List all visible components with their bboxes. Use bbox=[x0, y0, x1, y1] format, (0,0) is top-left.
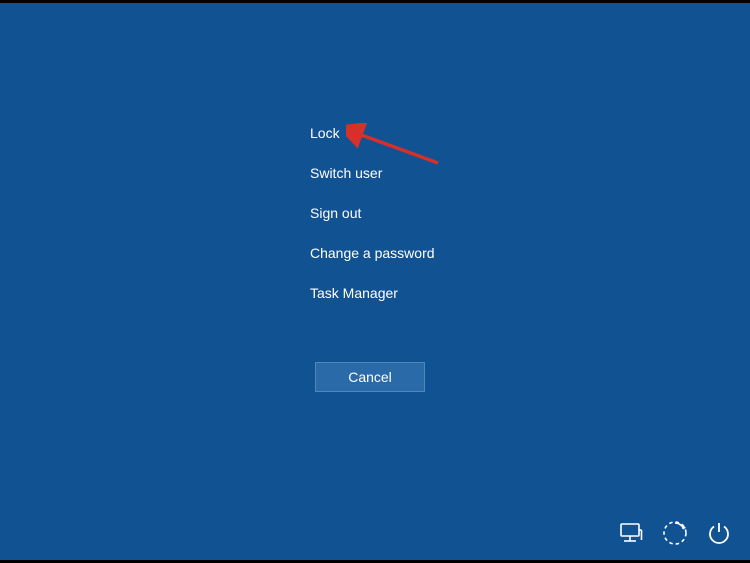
system-tray bbox=[618, 520, 732, 546]
security-options-list: Lock Switch user Sign out Change a passw… bbox=[310, 125, 435, 301]
cancel-button[interactable]: Cancel bbox=[315, 362, 425, 392]
ctrl-alt-del-screen: Lock Switch user Sign out Change a passw… bbox=[0, 0, 750, 563]
switch-user-option[interactable]: Switch user bbox=[310, 165, 435, 181]
lock-option[interactable]: Lock bbox=[310, 125, 435, 141]
change-password-option[interactable]: Change a password bbox=[310, 245, 435, 261]
network-icon[interactable] bbox=[618, 520, 644, 546]
power-icon[interactable] bbox=[706, 520, 732, 546]
ease-of-access-icon[interactable] bbox=[662, 520, 688, 546]
task-manager-option[interactable]: Task Manager bbox=[310, 285, 435, 301]
sign-out-option[interactable]: Sign out bbox=[310, 205, 435, 221]
